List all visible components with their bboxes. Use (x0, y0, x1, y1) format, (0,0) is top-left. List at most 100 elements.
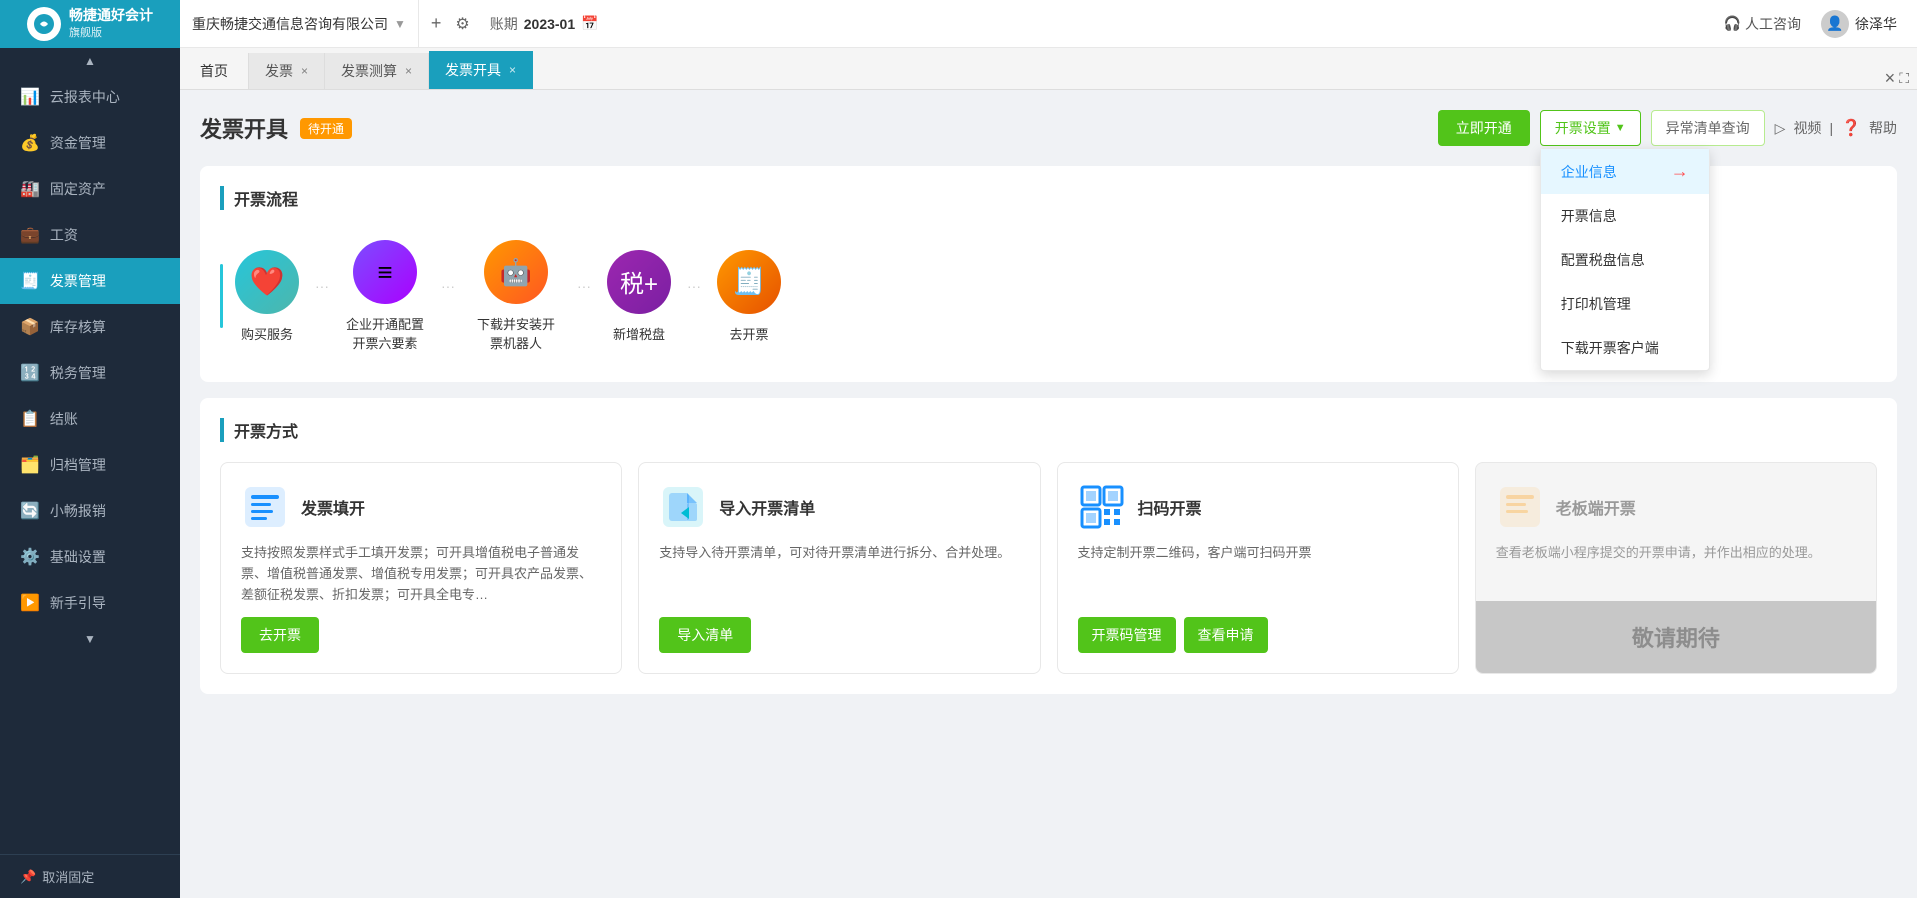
sidebar-label-tax: 税务管理 (50, 363, 106, 383)
sidebar-item-invoice[interactable]: 🧾 发票管理 (0, 258, 180, 304)
tab-invoice-open-close[interactable]: × (509, 63, 516, 77)
tab-invoice-close[interactable]: × (301, 64, 308, 78)
sidebar-label-settle: 结账 (50, 409, 78, 429)
tab-invoice-calc-close[interactable]: × (405, 64, 412, 78)
method-card-scan: 扫码开票 支持定制开票二维码，客户端可扫码开票 开票码管理 查看申请 (1057, 462, 1459, 674)
sidebar-label-fund: 资金管理 (50, 133, 106, 153)
boss-overlay-text: 敬请期待 (1632, 626, 1720, 651)
process-step-3: 🤖 下载并安装开票机器人 (471, 240, 561, 352)
tab-home-label: 首页 (200, 61, 228, 81)
dropdown-arrow-icon: → (1671, 161, 1689, 182)
logo-icon (27, 7, 61, 41)
headset-icon: 🎧 (1724, 15, 1741, 32)
consult-button[interactable]: 🎧 人工咨询 (1724, 14, 1801, 34)
settings-icon[interactable]: ⚙ (455, 14, 469, 34)
dropdown-item-invoice-info[interactable]: 开票信息 (1541, 194, 1709, 238)
scan-method-desc: 支持定制开票二维码，客户端可扫码开票 (1078, 543, 1438, 605)
dropdown-tax-config-label: 配置税盘信息 (1561, 252, 1645, 268)
sidebar-label-settings: 基础设置 (50, 547, 106, 567)
sidebar-item-salary[interactable]: 💼 工资 (0, 212, 180, 258)
scan-apply-button[interactable]: 查看申请 (1184, 617, 1268, 653)
logo-sub: 旗舰版 (69, 24, 153, 40)
consult-label: 人工咨询 (1745, 14, 1801, 34)
dropdown-item-printer[interactable]: 打印机管理 (1541, 282, 1709, 326)
sidebar-item-inventory[interactable]: 📦 库存核算 (0, 304, 180, 350)
sidebar-item-tax[interactable]: 🔢 税务管理 (0, 350, 180, 396)
scan-qr-button[interactable]: 开票码管理 (1078, 617, 1176, 653)
process-step-2: ≡ 企业开通配置开票六要素 (345, 240, 425, 352)
sidebar-item-cloud-report[interactable]: 📊 云报表中心 (0, 74, 180, 120)
divider: | (1829, 120, 1833, 136)
tab-invoice-open[interactable]: 发票开具 × (429, 51, 533, 89)
dropdown-download-client-label: 下载开票客户端 (1561, 340, 1659, 356)
archive-icon: 🗂️ (20, 455, 40, 475)
step2-icon: ≡ (353, 240, 417, 304)
dropdown-item-tax-config[interactable]: 配置税盘信息 (1541, 238, 1709, 282)
activate-button[interactable]: 立即开通 (1438, 110, 1530, 146)
import-method-desc: 支持导入待开票清单，可对待开票清单进行拆分、合并处理。 (659, 543, 1019, 605)
sidebar-label-archive: 归档管理 (50, 455, 106, 475)
user-name: 徐泽华 (1855, 14, 1897, 34)
sidebar-label-inventory: 库存核算 (50, 317, 106, 337)
fixed-assets-icon: 🏭 (20, 179, 40, 199)
chevron-settings-icon: ▼ (1615, 122, 1626, 134)
step4-icon: 税+ (607, 250, 671, 314)
sidebar-scroll-down[interactable]: ▼ (0, 626, 180, 652)
tab-invoice-calc[interactable]: 发票测算 × (325, 53, 429, 89)
boss-overlay: 敬请期待 (1476, 601, 1876, 673)
company-selector[interactable]: 重庆畅捷交通信息咨询有限公司 ▼ (180, 0, 419, 47)
user-avatar: 👤 (1821, 10, 1849, 38)
dropdown-company-info-label: 企业信息 (1561, 162, 1617, 182)
process-step-1: ❤️ 购买服务 (235, 250, 299, 343)
inventory-icon: 📦 (20, 317, 40, 337)
step5-label: 去开票 (729, 324, 768, 343)
tab-invoice[interactable]: 发票 × (249, 53, 325, 89)
calendar-icon[interactable]: 📅 (581, 15, 598, 32)
report-icon: 🔄 (20, 501, 40, 521)
boss-method-title: 老板端开票 (1556, 495, 1636, 519)
sidebar-item-guide[interactable]: ▶️ 新手引导 (0, 580, 180, 626)
tabs-bar: 首页 发票 × 发票测算 × 发票开具 × × ⛶ (180, 48, 1917, 90)
sidebar-label-fixed-assets: 固定资产 (50, 179, 106, 199)
period-label: 账期 (490, 14, 518, 34)
logo-area: 畅捷通好会计 旗舰版 (0, 0, 180, 48)
sidebar-item-settle[interactable]: 📋 结账 (0, 396, 180, 442)
tab-close-button[interactable]: × (1885, 68, 1896, 89)
fill-method-title: 发票填开 (301, 495, 365, 519)
sidebar-item-archive[interactable]: 🗂️ 归档管理 (0, 442, 180, 488)
import-method-button[interactable]: 导入清单 (659, 617, 751, 653)
method-card-boss: 老板端开票 查看老板端小程序提交的开票申请，并作出相应的处理。 敬请期待 (1475, 462, 1877, 674)
tab-home[interactable]: 首页 (180, 53, 249, 89)
sidebar-label-cloud-report: 云报表中心 (50, 87, 120, 107)
sidebar-item-settings[interactable]: ⚙️ 基础设置 (0, 534, 180, 580)
add-company-icon[interactable]: + (431, 13, 442, 34)
sidebar: ▲ 📊 云报表中心 💰 资金管理 🏭 固定资产 💼 工资 🧾 发票管理 📦 库存… (0, 48, 180, 898)
step2-label: 企业开通配置开票六要素 (345, 314, 425, 352)
method-card-fill: 发票填开 支持按照发票样式手工填开发票；可开具增值税电子普通发票、增值税普通发票… (220, 462, 622, 674)
sidebar-label-report: 小畅报销 (50, 501, 106, 521)
abnormal-list-button[interactable]: 异常清单查询 (1651, 110, 1765, 146)
cancel-fixed-button[interactable]: 📌 取消固定 (0, 854, 180, 898)
dropdown-item-company-info[interactable]: 企业信息 → (1541, 149, 1709, 194)
step1-icon: ❤️ (235, 250, 299, 314)
settle-icon: 📋 (20, 409, 40, 429)
sidebar-item-report[interactable]: 🔄 小畅报销 (0, 488, 180, 534)
invoice-settings-button[interactable]: 开票设置 ▼ (1540, 110, 1641, 146)
play-icon: ▷ (1775, 120, 1786, 137)
tab-expand-button[interactable]: ⛶ (1899, 70, 1909, 87)
video-label[interactable]: 视频 (1793, 118, 1821, 138)
sidebar-scroll-up[interactable]: ▲ (0, 48, 180, 74)
fill-method-button[interactable]: 去开票 (241, 617, 319, 653)
sidebar-item-fund[interactable]: 💰 资金管理 (0, 120, 180, 166)
methods-section-title: 开票方式 (220, 418, 1877, 442)
sidebar-label-guide: 新手引导 (50, 593, 106, 613)
user-info[interactable]: 👤 徐泽华 (1821, 10, 1897, 38)
sidebar-item-fixed-assets[interactable]: 🏭 固定资产 (0, 166, 180, 212)
tab-invoice-label: 发票 (265, 61, 293, 81)
sidebar-label-invoice: 发票管理 (50, 271, 106, 291)
dropdown-item-download-client[interactable]: 下载开票客户端 (1541, 326, 1709, 370)
import-method-icon (659, 483, 707, 531)
cloud-report-icon: 📊 (20, 87, 40, 107)
method-card-import: 导入开票清单 支持导入待开票清单，可对待开票清单进行拆分、合并处理。 导入清单 (638, 462, 1040, 674)
help-label[interactable]: 帮助 (1869, 118, 1897, 138)
